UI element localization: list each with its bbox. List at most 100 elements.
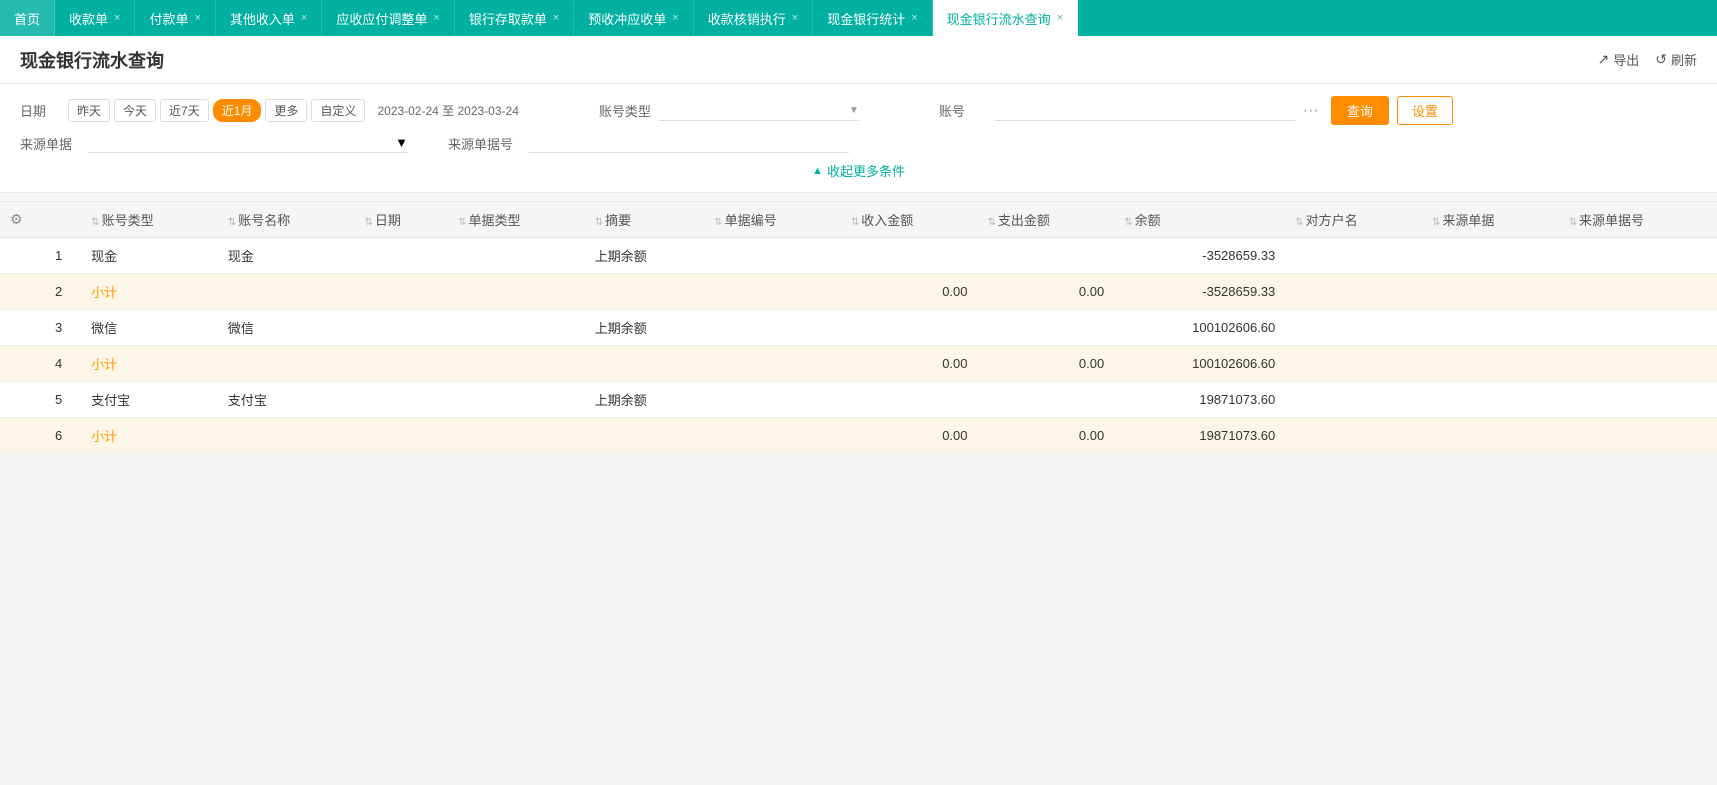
row-doc-type-cell xyxy=(448,274,585,310)
row-account-type-cell: 小计 xyxy=(81,418,218,454)
row-income-cell: 0.00 xyxy=(841,346,978,382)
source-doc-select[interactable] xyxy=(88,133,395,152)
date-quick-btn[interactable]: 更多 xyxy=(265,99,307,122)
row-source-doc-cell xyxy=(1422,382,1559,418)
row-source-doc-no-cell xyxy=(1559,310,1717,346)
source-doc-no-input[interactable] xyxy=(529,133,849,152)
row-account-name-cell xyxy=(218,274,355,310)
col-settings: ⚙ xyxy=(0,202,36,238)
row-balance-cell: 100102606.60 xyxy=(1114,346,1285,382)
col-source-doc-no-label: 来源单据号 xyxy=(1579,213,1644,228)
account-label: 账号 xyxy=(939,101,979,120)
row-counterpart-cell xyxy=(1285,274,1422,310)
col-num xyxy=(36,202,81,238)
row-expense-cell xyxy=(978,382,1115,418)
nav-tab-label: 其他收入单 xyxy=(230,9,295,28)
nav-tab-close-icon[interactable]: × xyxy=(194,12,200,24)
nav-tab[interactable]: 现金银行统计× xyxy=(813,0,932,36)
row-settings-cell xyxy=(0,310,36,346)
export-btn[interactable]: ↗ 导出 xyxy=(1598,50,1640,69)
nav-tab-close-icon[interactable]: × xyxy=(911,12,917,24)
row-source-doc-no-cell xyxy=(1559,418,1717,454)
row-account-type-cell: 现金 xyxy=(81,238,218,274)
row-summary-cell xyxy=(585,274,704,310)
col-balance-label: 余额 xyxy=(1135,213,1161,228)
source-doc-no-input-wrap xyxy=(529,133,849,153)
date-quick-btn[interactable]: 近7天 xyxy=(160,99,209,122)
account-type-select[interactable]: 现金 微信 支付宝 xyxy=(659,101,849,120)
row-balance-cell: 100102606.60 xyxy=(1114,310,1285,346)
col-doc-type-label: 单据类型 xyxy=(468,213,520,228)
nav-tab[interactable]: 银行存取款单 × xyxy=(455,0,574,36)
row-account-name-cell: 支付宝 xyxy=(218,382,355,418)
nav-tab-close-icon[interactable]: × xyxy=(301,12,307,24)
source-doc-label: 来源单据 xyxy=(20,134,72,153)
export-icon: ↗ xyxy=(1598,51,1610,68)
row-summary-cell: 上期余额 xyxy=(585,310,704,346)
column-settings-icon[interactable]: ⚙ xyxy=(10,211,23,227)
row-counterpart-cell xyxy=(1285,382,1422,418)
collapse-bar[interactable]: ▲ 收起更多条件 xyxy=(20,157,1697,182)
row-account-name-cell: 微信 xyxy=(218,310,355,346)
col-income: ⇅收入金额 xyxy=(841,202,978,238)
collapse-up-icon: ▲ xyxy=(812,165,823,177)
row-source-doc-cell xyxy=(1422,238,1559,274)
row-summary-cell: 上期余额 xyxy=(585,382,704,418)
date-quick-btn[interactable]: 今天 xyxy=(114,99,156,122)
row-doc-type-cell xyxy=(448,346,585,382)
col-doc-no-label: 单据编号 xyxy=(725,213,777,228)
date-quick-btn[interactable]: 近1月 xyxy=(213,99,262,122)
nav-home[interactable]: 首页 xyxy=(0,0,55,36)
refresh-btn[interactable]: ↺ 刷新 xyxy=(1655,50,1697,69)
row-account-name-cell xyxy=(218,418,355,454)
row-income-cell xyxy=(841,382,978,418)
row-income-cell xyxy=(841,310,978,346)
query-button[interactable]: 查询 xyxy=(1331,96,1389,125)
export-label: 导出 xyxy=(1613,50,1639,69)
nav-tab[interactable]: 其他收入单 × xyxy=(216,0,322,36)
row-counterpart-cell xyxy=(1285,310,1422,346)
row-date-cell xyxy=(355,310,449,346)
row-doc-no-cell xyxy=(704,310,841,346)
row-account-name-cell xyxy=(218,346,355,382)
nav-tab-close-icon[interactable]: × xyxy=(672,12,678,24)
nav-tab-close-icon[interactable]: × xyxy=(1057,12,1063,24)
date-quick-btn[interactable]: 昨天 xyxy=(68,99,110,122)
col-summary: ⇅摘要 xyxy=(585,202,704,238)
filter-area: 日期 昨天今天近7天近1月更多自定义 2023-02-24 至 2023-03-… xyxy=(0,84,1717,193)
date-label: 日期 xyxy=(20,101,60,120)
row-source-doc-no-cell xyxy=(1559,382,1717,418)
col-doc-type: ⇅单据类型 xyxy=(448,202,585,238)
nav-tab[interactable]: 应收应付调整单× xyxy=(322,0,454,36)
row-num-cell: 3 xyxy=(36,310,81,346)
nav-tab-close-icon[interactable]: × xyxy=(553,12,559,24)
nav-tab[interactable]: 收款单 × xyxy=(55,0,135,36)
row-num-cell: 5 xyxy=(36,382,81,418)
filter-row-2: 来源单据 ▼ 来源单据号 xyxy=(20,133,1697,153)
account-dots-btn[interactable]: ··· xyxy=(1303,102,1319,120)
col-account-name: ⇅账号名称 xyxy=(218,202,355,238)
settings-button[interactable]: 设置 xyxy=(1397,96,1453,125)
refresh-icon: ↺ xyxy=(1655,51,1667,68)
col-counterpart-label: 对方户名 xyxy=(1306,213,1358,228)
row-doc-type-cell xyxy=(448,382,585,418)
account-type-select-wrap: 现金 微信 支付宝 ▼ xyxy=(659,101,859,121)
nav-tab-close-icon[interactable]: × xyxy=(114,12,120,24)
date-quick-btn[interactable]: 自定义 xyxy=(311,99,365,122)
account-input[interactable] xyxy=(995,101,1295,120)
nav-tab[interactable]: 现金银行流水查询× xyxy=(933,0,1078,36)
col-balance: ⇅余额 xyxy=(1114,202,1285,238)
table-row: 6小计0.000.0019871073.60 xyxy=(0,418,1717,454)
nav-tab[interactable]: 付款单 × xyxy=(135,0,215,36)
nav-tab-label: 收款单 xyxy=(69,9,108,28)
nav-tab-label: 银行存取款单 xyxy=(469,9,547,28)
nav-tab[interactable]: 收款核销执行× xyxy=(694,0,813,36)
nav-tab-close-icon[interactable]: × xyxy=(433,12,439,24)
nav-tab-close-icon[interactable]: × xyxy=(792,12,798,24)
nav-tab[interactable]: 预收冲应收单× xyxy=(574,0,693,36)
table-row: 3微信微信上期余额100102606.60 xyxy=(0,310,1717,346)
page-header: 现金银行流水查询 ↗ 导出 ↺ 刷新 xyxy=(0,36,1717,84)
row-counterpart-cell xyxy=(1285,346,1422,382)
row-account-type-cell: 微信 xyxy=(81,310,218,346)
nav-tab-label: 付款单 xyxy=(149,9,188,28)
